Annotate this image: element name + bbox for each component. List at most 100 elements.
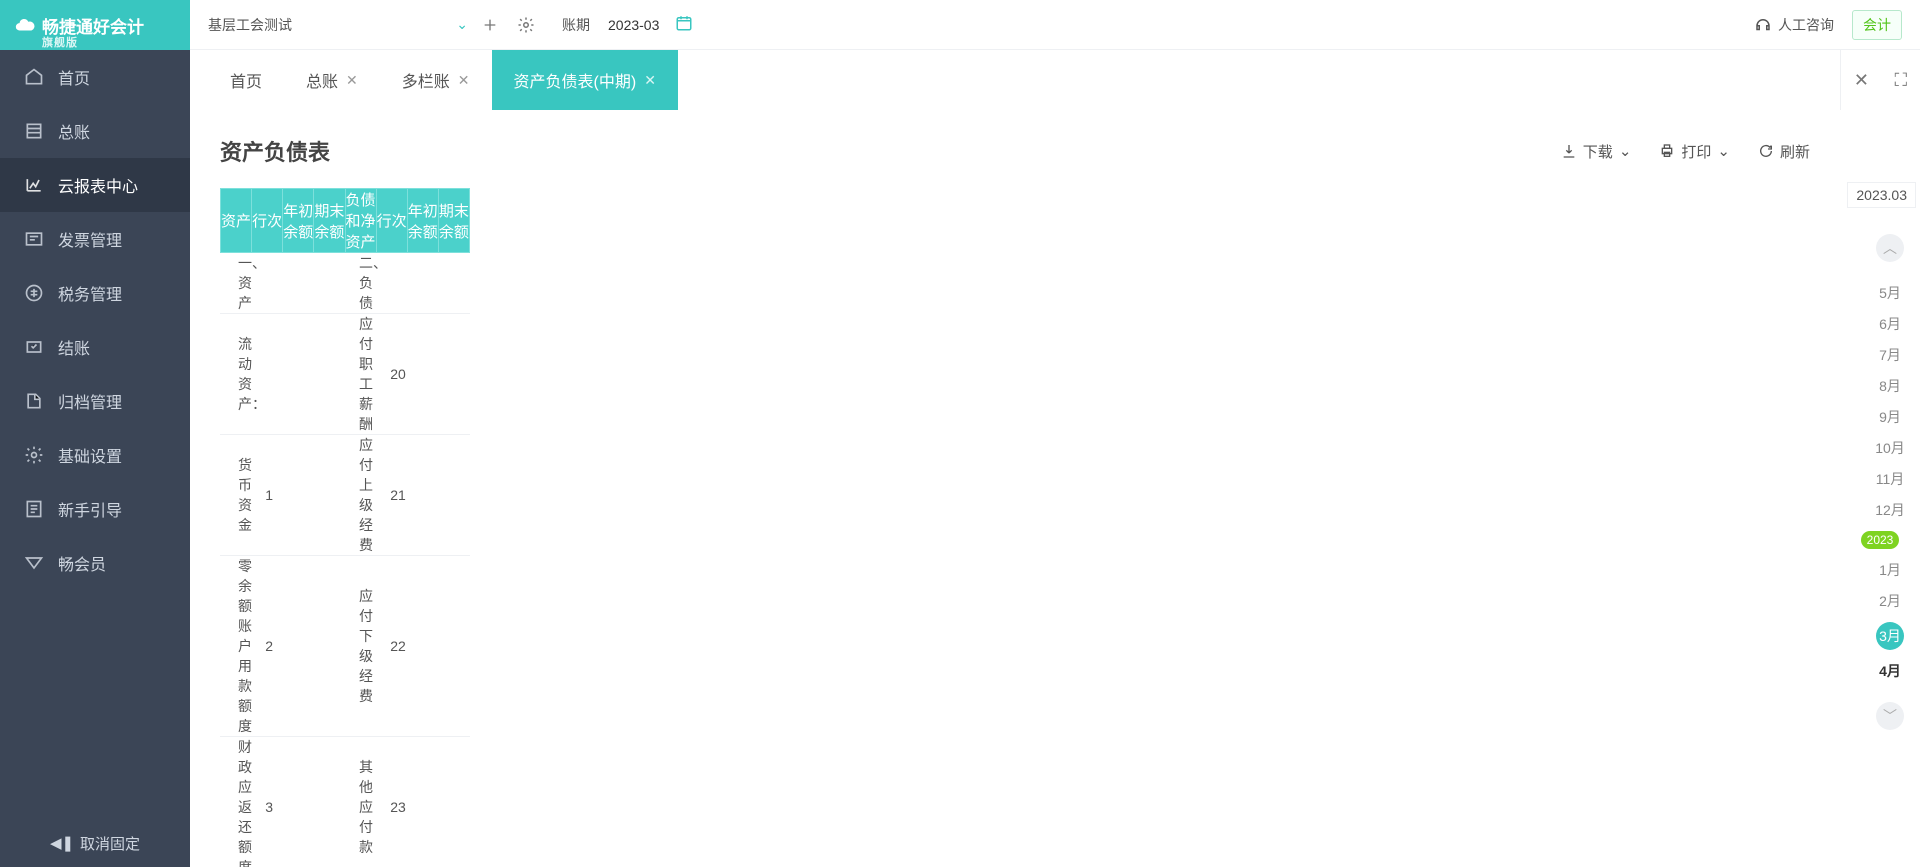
unpin-icon: ◀❚ xyxy=(50,834,74,852)
tab-1[interactable]: 总账✕ xyxy=(284,50,380,110)
support-label: 人工咨询 xyxy=(1778,15,1834,35)
month-option[interactable]: 6月 xyxy=(1879,314,1901,334)
liability-row-index: 22 xyxy=(376,556,407,737)
tab-label: 首页 xyxy=(230,68,262,92)
chart-icon xyxy=(24,175,44,195)
table-body[interactable]: 一、资 产 二、负 债流动资产：应付职工薪酬20货币资金1应付上级经费21零余额账… xyxy=(220,253,470,867)
asset-name: 一、资 产 xyxy=(220,253,251,314)
sidebar-item-1[interactable]: 总账 xyxy=(0,104,190,158)
sidebar-item-8[interactable]: 新手引导 xyxy=(0,482,190,536)
calendar-button[interactable] xyxy=(675,14,693,35)
month-option[interactable]: 2月 xyxy=(1879,591,1901,611)
cloud-icon xyxy=(14,14,36,36)
tab-label: 多栏账 xyxy=(402,68,450,92)
liability-year-begin xyxy=(408,737,439,867)
period-strip: 2023.03 ︿ 5月6月7月8月9月10月11月12月20231月2月3月4… xyxy=(1860,182,1920,740)
toolbar: 下载 ⌄ 打印 ⌄ 刷新 xyxy=(1561,141,1810,162)
month-list: ︿ 5月6月7月8月9月10月11月12月20231月2月3月4月﹀ xyxy=(1871,224,1910,740)
chevron-down-icon: ⌄ xyxy=(456,16,468,33)
sidebar-item-9[interactable]: 畅会员 xyxy=(0,536,190,590)
sidebar-item-label: 总账 xyxy=(58,119,90,143)
brand-logo: 畅捷通好会计 旗舰版 xyxy=(0,0,190,50)
tab-strip-tools: ✕ ⛶ xyxy=(1840,50,1920,110)
sidebar-item-2[interactable]: 云报表中心 xyxy=(0,158,190,212)
refresh-label: 刷新 xyxy=(1780,141,1810,162)
refresh-button[interactable]: 刷新 xyxy=(1758,141,1810,162)
content: 资产负债表 下载 ⌄ 打印 ⌄ 刷新 xyxy=(190,110,1840,867)
period-label: 账期 xyxy=(562,15,590,35)
liability-period-end xyxy=(439,737,470,867)
close-all-tabs[interactable]: ✕ xyxy=(1854,70,1869,91)
sidebar-item-label: 发票管理 xyxy=(58,227,122,251)
sidebar-item-label: 归档管理 xyxy=(58,389,122,413)
month-option[interactable]: 7月 xyxy=(1879,345,1901,365)
brand-edition: 旗舰版 xyxy=(42,34,78,50)
table-row[interactable]: 流动资产：应付职工薪酬20 xyxy=(220,314,470,435)
unpin-button[interactable]: ◀❚ 取消固定 xyxy=(0,819,190,867)
table-row[interactable]: 零余额账户用款额度2应付下级经费22 xyxy=(220,556,470,737)
col-yb1: 年初余额 xyxy=(283,189,314,253)
asset-period-end xyxy=(314,556,345,737)
col-yb2: 年初余额 xyxy=(407,189,438,253)
sidebar-item-3[interactable]: 发票管理 xyxy=(0,212,190,266)
sidebar-menu: 首页总账云报表中心发票管理税务管理结账归档管理基础设置新手引导畅会员 xyxy=(0,50,190,590)
sidebar-item-6[interactable]: 归档管理 xyxy=(0,374,190,428)
tab-2[interactable]: 多栏账 ✕ xyxy=(380,50,492,110)
gear-icon xyxy=(517,16,535,34)
role-badge[interactable]: 会计 xyxy=(1852,10,1902,40)
table-row[interactable]: 货币资金1应付上级经费21 xyxy=(220,435,470,556)
liability-year-begin xyxy=(408,314,439,435)
sidebar-item-4[interactable]: 税务管理 xyxy=(0,266,190,320)
asset-row-index: 3 xyxy=(251,737,282,867)
liability-name: 二、负 债 xyxy=(345,253,376,314)
headset-icon xyxy=(1754,16,1772,34)
tab-3[interactable]: 资产负债表(中期)✕ xyxy=(492,50,678,110)
month-option[interactable]: 11月 xyxy=(1876,469,1905,489)
sidebar-item-0[interactable]: 首页 xyxy=(0,50,190,104)
close-icon[interactable]: ✕ xyxy=(458,72,470,89)
expand-button[interactable]: ⛶ xyxy=(1895,70,1908,91)
month-option[interactable]: 5月 xyxy=(1879,283,1901,303)
sidebar-item-5[interactable]: 结账 xyxy=(0,320,190,374)
asset-period-end xyxy=(314,435,345,556)
month-option[interactable]: 8月 xyxy=(1879,376,1901,396)
sidebar-item-label: 基础设置 xyxy=(58,443,122,467)
sidebar-item-7[interactable]: 基础设置 xyxy=(0,428,190,482)
liability-year-begin xyxy=(408,253,439,314)
guide-icon xyxy=(24,499,44,519)
support-button[interactable]: 人工咨询 xyxy=(1754,15,1834,35)
month-option[interactable]: 4月 xyxy=(1879,661,1901,681)
asset-year-begin xyxy=(283,435,314,556)
close-icon[interactable]: ✕ xyxy=(346,72,358,89)
liability-name: 应付下级经费 xyxy=(345,556,376,737)
scroll-up-button[interactable]: ︿ xyxy=(1876,234,1904,262)
print-button[interactable]: 打印 ⌄ xyxy=(1659,141,1730,162)
ledger-icon xyxy=(24,121,44,141)
calendar-icon xyxy=(675,14,693,32)
download-button[interactable]: 下载 ⌄ xyxy=(1561,141,1632,162)
table-header: 资产 行次 年初余额 期末余额 负债和净资产 行次 年初余额 期末余额 xyxy=(220,188,470,253)
table-row[interactable]: 财政应返还额度3其他应付款23 xyxy=(220,737,470,867)
month-option[interactable]: 12月 xyxy=(1875,500,1905,520)
chevron-down-icon: ⌄ xyxy=(1619,142,1632,160)
settings-button[interactable] xyxy=(512,11,540,39)
table-row[interactable]: 一、资 产 二、负 债 xyxy=(220,253,470,314)
add-button[interactable] xyxy=(476,11,504,39)
print-label: 打印 xyxy=(1681,141,1711,162)
scroll-down-button[interactable]: ﹀ xyxy=(1876,702,1904,730)
close-icon[interactable]: ✕ xyxy=(644,72,656,89)
asset-year-begin xyxy=(283,253,314,314)
month-option[interactable]: 3月 xyxy=(1876,622,1904,650)
refresh-icon xyxy=(1758,143,1774,159)
liability-year-begin xyxy=(408,556,439,737)
liability-row-index: 21 xyxy=(376,435,407,556)
liability-row-index: 20 xyxy=(376,314,407,435)
tab-0[interactable]: 首页 xyxy=(208,50,284,110)
month-option[interactable]: 10月 xyxy=(1875,438,1905,458)
asset-name: 财政应返还额度 xyxy=(220,737,251,867)
month-option[interactable]: 1月 xyxy=(1879,560,1901,580)
company-selector[interactable]: 基层工会测试 ⌄ xyxy=(208,15,468,35)
month-option[interactable]: 9月 xyxy=(1879,407,1901,427)
col-asset: 资产 xyxy=(221,189,252,253)
liability-period-end xyxy=(439,435,470,556)
